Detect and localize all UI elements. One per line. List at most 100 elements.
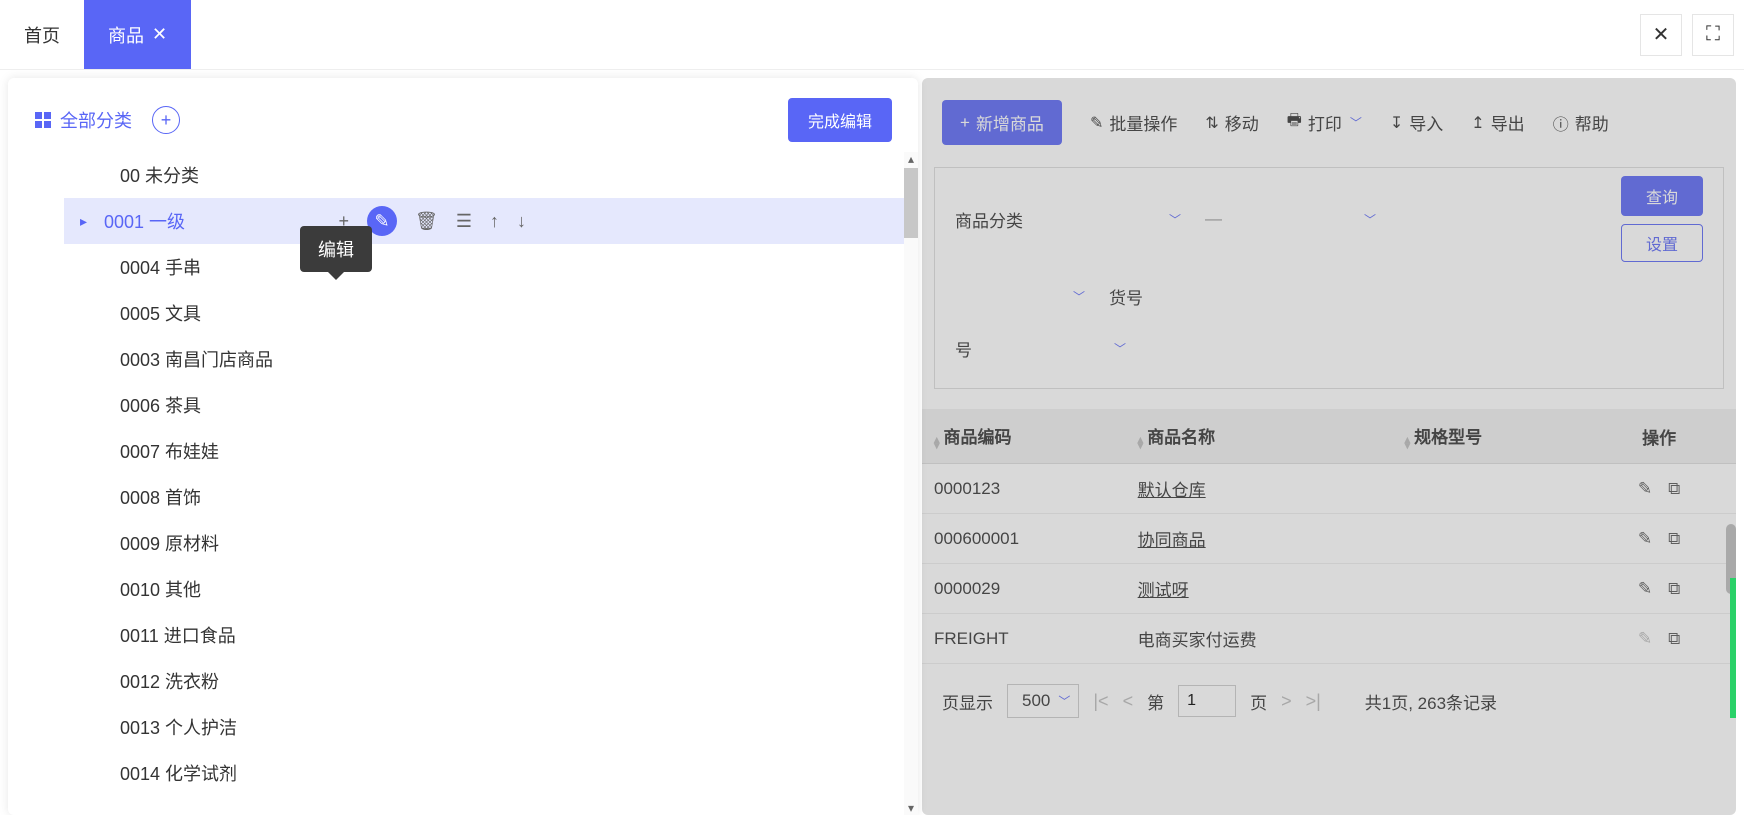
category-item-label: 0010 其他 <box>120 576 201 602</box>
category-item[interactable]: 0005 文具 <box>64 290 906 336</box>
help-button[interactable]: ⓘ 帮助 <box>1553 110 1609 135</box>
delete-icon[interactable]: 🗑 <box>415 211 438 232</box>
table-row: 0000123默认仓库 ✎ ⧉ <box>922 464 1736 514</box>
filter-partial-label: 号 <box>955 336 972 361</box>
row-more-icon[interactable]: ⧉ <box>1668 629 1680 648</box>
per-page-label: 页显示 <box>942 689 993 714</box>
move-icon: ⇅ <box>1205 113 1218 133</box>
category-tree-wrap: 00 未分类▸0001 一级+✎🗑☰↑↓0004 手串0005 文具0003 南… <box>8 152 918 815</box>
row-edit-icon: ✎ <box>1638 629 1652 648</box>
cell-name[interactable]: 协同商品 <box>1126 514 1393 564</box>
add-category-button[interactable]: + <box>152 106 180 134</box>
finish-edit-button[interactable]: 完成编辑 <box>788 98 892 142</box>
th-ops: 操作 <box>1582 409 1736 464</box>
cell-name[interactable]: 默认仓库 <box>1126 464 1393 514</box>
print-label: 打印 <box>1308 110 1342 135</box>
row-more-icon[interactable]: ⧉ <box>1668 529 1680 548</box>
prev-page-icon[interactable]: < <box>1123 691 1134 712</box>
th-code-label: 商品编码 <box>944 428 1012 447</box>
row-edit-icon[interactable]: ✎ <box>1638 529 1652 548</box>
main-panel: + 新增商品 ✎ 批量操作 ⇅ 移动 🖶 打印 ﹀ ↧ 导入 ↥ <box>922 78 1736 815</box>
filter-category-select-2[interactable]: ﹀ <box>1246 201 1376 237</box>
filter-code-label: 货号 <box>1109 284 1143 309</box>
table-row: FREIGHT电商买家付运费✎⧉ <box>922 614 1736 664</box>
next-page-icon[interactable]: > <box>1281 691 1292 712</box>
export-button[interactable]: ↥ 导出 <box>1471 110 1524 135</box>
th-name[interactable]: ▴▾商品名称 <box>1126 409 1393 464</box>
move-down-icon[interactable]: ↓ <box>517 211 526 232</box>
per-page-select[interactable]: 500 ﹀ <box>1007 684 1079 718</box>
category-item[interactable]: 0012 洗衣粉 <box>64 658 906 704</box>
category-item-label: 0008 首饰 <box>120 484 201 510</box>
category-item[interactable]: 0004 手串 <box>64 244 906 290</box>
category-item[interactable]: ▸0001 一级+✎🗑☰↑↓ <box>64 198 906 244</box>
page-prefix: 第 <box>1147 689 1164 714</box>
page-input[interactable] <box>1178 685 1236 717</box>
chevron-down-icon: ﹀ <box>1073 288 1085 305</box>
category-row-actions: +✎🗑☰↑↓ <box>338 206 906 236</box>
scroll-thumb[interactable] <box>904 168 918 238</box>
tab-products[interactable]: 商品 ✕ <box>84 0 191 69</box>
category-item[interactable]: 0006 茶具 <box>64 382 906 428</box>
row-more-icon[interactable]: ⧉ <box>1668 479 1680 498</box>
filter-category-select[interactable]: ﹀ <box>1051 201 1181 237</box>
filter-unknown-select[interactable]: ﹀ <box>955 278 1085 314</box>
move-up-icon[interactable]: ↑ <box>490 211 499 232</box>
scroll-up-icon[interactable]: ▴ <box>908 152 914 166</box>
category-item[interactable]: 0010 其他 <box>64 566 906 612</box>
th-ops-label: 操作 <box>1642 429 1676 448</box>
row-edit-icon[interactable]: ✎ <box>1638 579 1652 598</box>
category-item[interactable]: 0003 南昌门店商品 <box>64 336 906 382</box>
help-label: 帮助 <box>1575 110 1609 135</box>
sort-icon: ▴▾ <box>934 437 940 449</box>
toolbar: + 新增商品 ✎ 批量操作 ⇅ 移动 🖶 打印 ﹀ ↧ 导入 ↥ <box>922 78 1736 167</box>
category-item[interactable]: 0014 化学试剂 <box>64 750 906 796</box>
chevron-down-icon: ﹀ <box>1114 340 1126 357</box>
pager: 页显示 500 ﹀ |< < 第 页 > >| 共1页, 263条记录 <box>922 664 1736 738</box>
th-spec[interactable]: ▴▾规格型号 <box>1393 409 1583 464</box>
cell-ops: ✎⧉ <box>1582 514 1736 564</box>
category-item[interactable]: 0009 原材料 <box>64 520 906 566</box>
tab-home[interactable]: 首页 <box>0 0 84 69</box>
close-all-tabs-button[interactable]: ✕ <box>1640 14 1682 56</box>
category-item[interactable]: 0013 个人护洁 <box>64 704 906 750</box>
last-page-icon[interactable]: >| <box>1306 691 1321 712</box>
filter-spec-select[interactable]: ﹀ <box>996 330 1126 366</box>
cell-code: 000600001 <box>922 514 1126 564</box>
first-page-icon[interactable]: |< <box>1093 691 1108 712</box>
tree-scrollbar[interactable]: ▴ ▾ <box>904 152 918 815</box>
category-item[interactable]: 00 未分类 <box>64 152 906 198</box>
th-code[interactable]: ▴▾ 商品编码 <box>922 409 1126 464</box>
category-item[interactable]: 0007 布娃娃 <box>64 428 906 474</box>
fullscreen-button[interactable]: ⛶ <box>1692 14 1734 56</box>
cell-ops: ✎⧉ <box>1582 614 1736 664</box>
cell-code: 0000123 <box>922 464 1126 514</box>
category-item[interactable]: 0008 首饰 <box>64 474 906 520</box>
panel-header: 全部分类 + 完成编辑 <box>8 78 918 152</box>
add-product-button[interactable]: + 新增商品 <box>942 100 1062 145</box>
batch-ops-button[interactable]: ✎ 批量操作 <box>1090 110 1177 135</box>
chevron-down-icon: ﹀ <box>1350 114 1362 131</box>
filter-category-label: 商品分类 <box>955 207 1023 232</box>
settings-button[interactable]: 设置 <box>1621 224 1703 262</box>
query-button[interactable]: 查询 <box>1621 176 1703 216</box>
all-categories-link[interactable]: 全部分类 <box>60 107 132 133</box>
scroll-down-icon[interactable]: ▾ <box>908 801 914 815</box>
category-item[interactable]: 0011 进口食品 <box>64 612 906 658</box>
row-more-icon[interactable]: ⧉ <box>1668 579 1680 598</box>
import-button[interactable]: ↧ 导入 <box>1390 110 1443 135</box>
fullscreen-icon: ⛶ <box>1706 23 1720 46</box>
move-label: 移动 <box>1225 110 1259 135</box>
move-button[interactable]: ⇅ 移动 <box>1205 110 1258 135</box>
category-panel: 全部分类 + 完成编辑 00 未分类▸0001 一级+✎🗑☰↑↓0004 手串0… <box>8 78 918 815</box>
cell-ops: ✎⧉ <box>1582 564 1736 614</box>
cell-code: 0000029 <box>922 564 1126 614</box>
grid-icon <box>34 111 52 129</box>
accent-strip <box>1730 578 1736 718</box>
help-icon: ⓘ <box>1553 111 1569 135</box>
print-button[interactable]: 🖶 打印 ﹀ <box>1287 109 1362 136</box>
row-edit-icon[interactable]: ✎ <box>1638 479 1652 498</box>
close-icon[interactable]: ✕ <box>152 24 167 45</box>
cell-name[interactable]: 测试呀 <box>1126 564 1393 614</box>
detail-icon[interactable]: ☰ <box>456 211 472 232</box>
